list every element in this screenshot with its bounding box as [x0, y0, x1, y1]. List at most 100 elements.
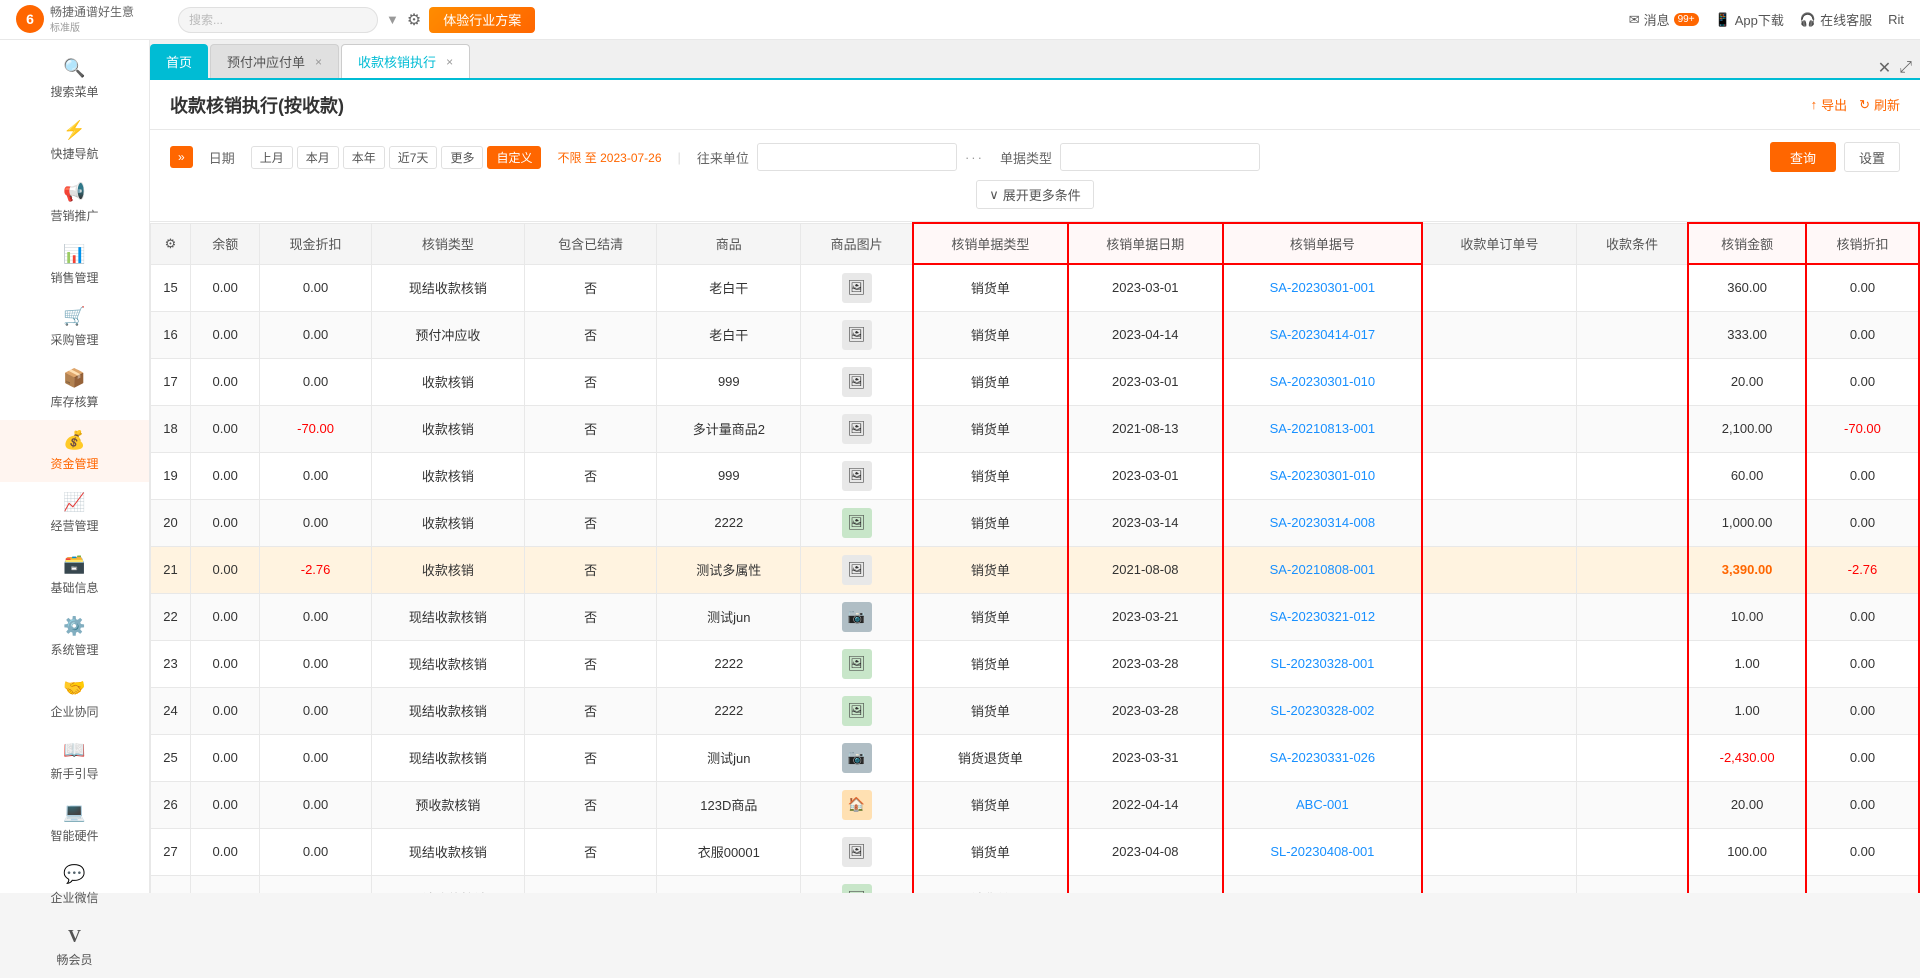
col-goods: 商品: [657, 223, 801, 264]
notification-btn[interactable]: ✉ 消息 99+: [1629, 10, 1699, 29]
refresh-btn[interactable]: ↻ 刷新: [1859, 95, 1900, 114]
this-year-btn[interactable]: 本年: [343, 146, 385, 169]
cell-goods: 老白干: [657, 264, 801, 311]
cell-id: 25: [151, 734, 191, 781]
setting-btn[interactable]: 设置: [1844, 142, 1900, 172]
top-search-box[interactable]: 搜索...: [178, 7, 378, 33]
cell-order-no: [1422, 734, 1576, 781]
sidebar-item-marketing[interactable]: 📢 营销推广: [0, 172, 149, 234]
query-btn[interactable]: 查询: [1770, 142, 1836, 172]
tab-receipt-close[interactable]: ×: [446, 55, 453, 69]
sidebar-label-collab: 企业协同: [50, 703, 98, 720]
cell-bill-no[interactable]: SL-20230418-001: [1223, 875, 1422, 893]
col-goods-img: 商品图片: [801, 223, 913, 264]
tab-bar-actions: ✕ ⤢: [472, 58, 1920, 78]
cell-bill-no[interactable]: SA-20230314-008: [1223, 499, 1422, 546]
cell-goods: 老白干: [657, 311, 801, 358]
maximize-btn[interactable]: ⤢: [1899, 59, 1912, 77]
cell-settled: 否: [525, 828, 657, 875]
sidebar-item-purchase[interactable]: 🛒 采购管理: [0, 296, 149, 358]
more-date-btn[interactable]: 更多: [441, 146, 483, 169]
cell-condition: [1576, 875, 1688, 893]
sidebar-label-operation: 经营管理: [50, 517, 98, 534]
tab-prepayment-close[interactable]: ×: [315, 55, 322, 69]
custom-date-btn[interactable]: 自定义: [487, 146, 541, 169]
cell-bill-no[interactable]: SL-20230328-002: [1223, 687, 1422, 734]
sidebar-item-hardware[interactable]: 💻 智能硬件: [0, 792, 149, 854]
cell-cash-discount: 0.00: [260, 264, 371, 311]
sidebar-item-finance[interactable]: 💰 资金管理: [0, 420, 149, 482]
cell-goods-img: 🖼: [801, 640, 913, 687]
sidebar-item-search[interactable]: 🔍 搜索菜单: [0, 48, 149, 110]
export-btn[interactable]: ↑ 导出: [1811, 95, 1848, 114]
cell-bill-no[interactable]: SA-20230301-010: [1223, 358, 1422, 405]
cell-amount: 1.00: [1688, 687, 1806, 734]
marketing-icon: 📢: [63, 182, 85, 203]
tab-prepayment-label: 预付冲应付单: [227, 52, 305, 71]
sidebar-item-inventory[interactable]: 📦 库存核算: [0, 358, 149, 420]
last-month-btn[interactable]: 上月: [251, 146, 293, 169]
cell-bill-no[interactable]: SA-20210813-001: [1223, 405, 1422, 452]
collapse-btn[interactable]: »: [170, 146, 193, 168]
cell-bill-type: 销货单: [913, 358, 1068, 405]
cell-condition: [1576, 781, 1688, 828]
gear-icon[interactable]: ⚙: [407, 10, 421, 30]
cell-bill-no[interactable]: SA-20230414-017: [1223, 311, 1422, 358]
sidebar-item-sales[interactable]: 📊 销售管理: [0, 234, 149, 296]
cell-discount: 0.00: [1806, 875, 1919, 893]
cell-bill-date: 2023-03-01: [1068, 264, 1223, 311]
cell-bill-no[interactable]: SL-20230408-001: [1223, 828, 1422, 875]
online-support-btn[interactable]: 🎧 在线客服: [1800, 10, 1872, 29]
table-container: ⚙ 余额 现金折扣 核销类型 包含已结清 商品 商品图片 核销单据类型 核销单据…: [150, 222, 1920, 893]
cell-goods-img: 🖼: [801, 828, 913, 875]
cell-type: 收款核销: [371, 358, 524, 405]
sidebar-item-wechat[interactable]: 💬 企业微信: [0, 854, 149, 916]
cell-condition: [1576, 640, 1688, 687]
col-amount: 核销金额: [1688, 223, 1806, 264]
sidebar-item-base[interactable]: 🗃️ 基础信息: [0, 544, 149, 606]
cell-bill-no[interactable]: ABC-001: [1223, 781, 1422, 828]
sidebar-item-operation[interactable]: 📈 经营管理: [0, 482, 149, 544]
main-table: ⚙ 余额 现金折扣 核销类型 包含已结清 商品 商品图片 核销单据类型 核销单据…: [150, 222, 1920, 893]
sidebar-item-shortcut[interactable]: ⚡ 快捷导航: [0, 110, 149, 172]
notification-label: 消息: [1644, 10, 1670, 29]
close-window-btn[interactable]: ✕: [1878, 58, 1891, 78]
cell-settled: 否: [525, 499, 657, 546]
cell-settled: 否: [525, 593, 657, 640]
cell-bill-no[interactable]: SA-20230321-012: [1223, 593, 1422, 640]
sidebar-item-system[interactable]: ⚙️ 系统管理: [0, 606, 149, 668]
cell-condition: [1576, 593, 1688, 640]
tab-home[interactable]: 首页: [150, 44, 208, 78]
cell-order-no: [1422, 264, 1576, 311]
cell-order-no: [1422, 875, 1576, 893]
cell-cash-discount: 0.00: [260, 734, 371, 781]
cell-bill-date: 2021-08-08: [1068, 546, 1223, 593]
expand-btn[interactable]: ∨ 展开更多条件: [976, 180, 1094, 209]
col-settings[interactable]: ⚙: [151, 223, 191, 264]
cell-order-no: [1422, 781, 1576, 828]
sidebar-item-collab[interactable]: 🤝 企业协同: [0, 668, 149, 730]
cell-goods-img: 🖼: [801, 358, 913, 405]
cell-bill-no[interactable]: SL-20230328-001: [1223, 640, 1422, 687]
sidebar-item-guide[interactable]: 📖 新手引导: [0, 730, 149, 792]
user-btn[interactable]: Rit: [1888, 12, 1904, 27]
online-support-label: 在线客服: [1820, 10, 1872, 29]
cell-bill-no[interactable]: SA-20230331-026: [1223, 734, 1422, 781]
cell-discount: -70.00: [1806, 405, 1919, 452]
type-select[interactable]: [1060, 143, 1260, 171]
tab-prepayment[interactable]: 预付冲应付单 ×: [210, 44, 339, 78]
page-header: 收款核销执行(按收款) ↑ 导出 ↻ 刷新: [150, 80, 1920, 130]
from-unit-input[interactable]: [757, 143, 957, 171]
app-download-btn[interactable]: 📱 App下载: [1715, 10, 1784, 29]
cell-bill-no[interactable]: SA-20210808-001: [1223, 546, 1422, 593]
cell-goods: 123D商品: [657, 781, 801, 828]
cell-bill-no[interactable]: SA-20230301-010: [1223, 452, 1422, 499]
industry-btn[interactable]: 体验行业方案: [429, 7, 535, 33]
tab-receipt[interactable]: 收款核销执行 ×: [341, 44, 470, 78]
cell-bill-no[interactable]: SA-20230301-001: [1223, 264, 1422, 311]
cell-condition: [1576, 405, 1688, 452]
cell-condition: [1576, 687, 1688, 734]
this-month-btn[interactable]: 本月: [297, 146, 339, 169]
sidebar-item-member[interactable]: V 畅会员: [0, 916, 149, 978]
last-7-days-btn[interactable]: 近7天: [389, 146, 438, 169]
